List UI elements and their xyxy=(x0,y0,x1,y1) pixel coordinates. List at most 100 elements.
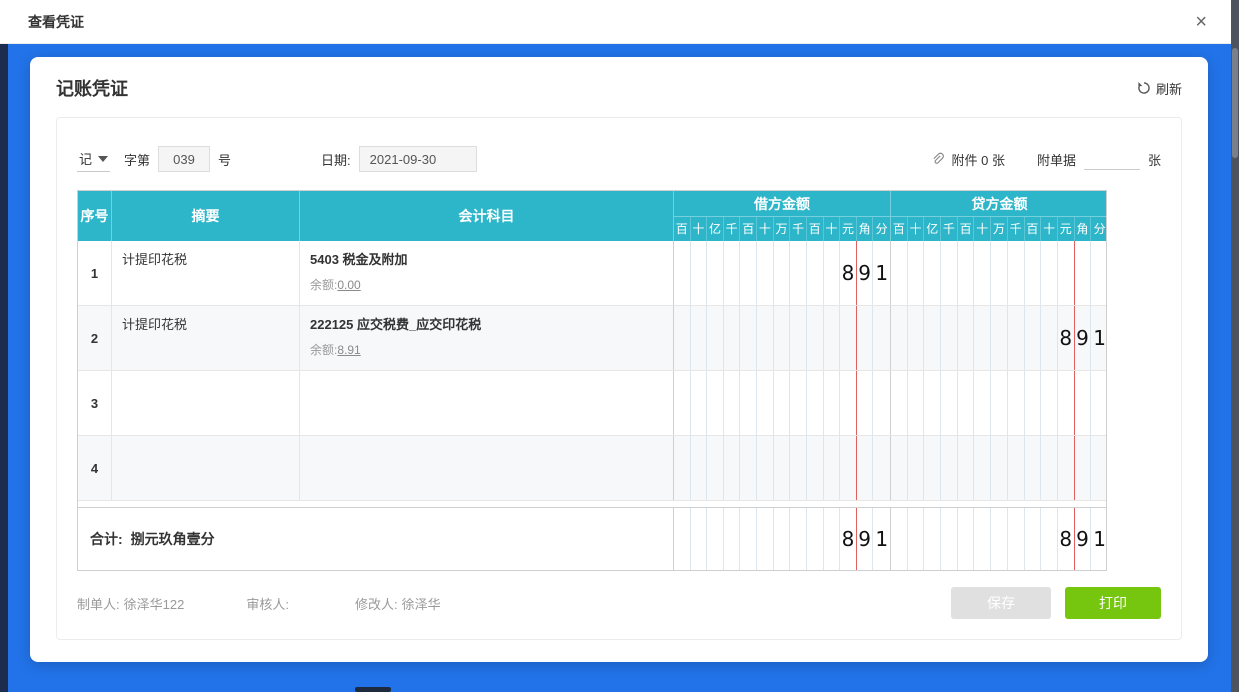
digit-cell xyxy=(707,306,724,370)
digit-cell xyxy=(941,508,958,570)
digit-cell xyxy=(1075,436,1092,500)
digit-cell xyxy=(707,508,724,570)
hao-label: 号 xyxy=(218,152,232,168)
save-button[interactable]: 保存 xyxy=(951,587,1051,619)
date-label: 日期: xyxy=(321,152,351,168)
digit-cell: 8 xyxy=(1058,508,1075,570)
digit-col-label: 十 xyxy=(1041,217,1058,241)
digit-col-label: 百 xyxy=(891,217,908,241)
row-seq: 1 xyxy=(78,241,112,305)
debit-digits xyxy=(674,306,891,370)
total-amount-words: 捌元玖角壹分 xyxy=(130,531,215,547)
digit-cell xyxy=(1058,436,1075,500)
digit-cell xyxy=(908,508,925,570)
modifier-info: 修改人: 徐泽华 xyxy=(355,594,441,613)
balance-value[interactable]: 0.00 xyxy=(337,278,360,292)
digit-cell xyxy=(908,241,925,305)
digit-cell: 8 xyxy=(840,241,857,305)
digit-cell xyxy=(740,508,758,570)
table-row[interactable]: 4 xyxy=(78,436,1106,501)
digit-cell xyxy=(691,436,708,500)
app-left-strip xyxy=(0,44,8,692)
voucher-footer: 制单人: 徐泽华122 审核人: 修改人: 徐泽华 保存 打印 xyxy=(77,587,1161,619)
digit-col-label: 角 xyxy=(857,217,874,241)
date-input[interactable] xyxy=(358,146,477,172)
digit-cell xyxy=(674,371,691,435)
horizontal-scrollbar-thumb[interactable] xyxy=(355,687,391,692)
digit-cell xyxy=(840,306,857,370)
credit-digits xyxy=(891,241,1108,305)
scrollbar-thumb[interactable] xyxy=(1232,48,1238,158)
preparer-value: 徐泽华122 xyxy=(123,596,185,612)
digit-cell xyxy=(974,508,992,570)
digit-cell xyxy=(891,241,908,305)
digit-col-label: 百 xyxy=(1025,217,1042,241)
digit-cell xyxy=(1091,241,1108,305)
table-row[interactable]: 3 xyxy=(78,371,1106,436)
digit-cell xyxy=(740,306,758,370)
digit-cell xyxy=(807,241,824,305)
debit-digits xyxy=(674,436,891,500)
total-debit-digits: 891 xyxy=(674,508,891,570)
digit-cell xyxy=(774,241,791,305)
table-row[interactable]: 1 计提印花税 5403 税金及附加 余额:0.00 891 xyxy=(78,241,1106,306)
digit-cell xyxy=(991,371,1008,435)
digit-cell xyxy=(674,436,691,500)
digit-cell xyxy=(774,371,791,435)
digit-cell xyxy=(991,508,1008,570)
digit-col-label: 元 xyxy=(1058,217,1075,241)
digit-cell xyxy=(674,241,691,305)
digit-cell xyxy=(757,371,774,435)
row-account-cell xyxy=(300,371,674,435)
digit-cell xyxy=(1041,508,1058,570)
row-summary: 计提印花税 xyxy=(112,241,300,305)
digit-cell xyxy=(1058,241,1075,305)
close-icon[interactable]: × xyxy=(1191,10,1211,34)
voucher-dialog-card: 记账凭证 刷新 记 字第 号 日期: 附件 0 张 xyxy=(30,57,1208,662)
digit-cell xyxy=(857,436,874,500)
digit-cell xyxy=(691,371,708,435)
digit-cell xyxy=(974,241,992,305)
digit-col-label: 百 xyxy=(807,217,824,241)
total-label: 合计: xyxy=(90,531,123,547)
digit-col-label: 亿 xyxy=(924,217,942,241)
dialog-titlebar: 查看凭证 × xyxy=(0,0,1231,44)
digit-col-label: 分 xyxy=(1093,222,1106,236)
voucher-panel: 记 字第 号 日期: 附件 0 张 附单据 张 序号 摘要 会计科目 xyxy=(56,117,1182,640)
table-spacer xyxy=(78,501,1106,508)
digit-cell xyxy=(958,508,975,570)
reviewer-info: 审核人: xyxy=(246,594,293,613)
digit-cell xyxy=(724,241,741,305)
card-header: 记账凭证 刷新 xyxy=(30,57,1208,111)
total-credit-digits: 891 xyxy=(891,508,1108,570)
voucher-type-dropdown[interactable]: 记 xyxy=(77,146,111,172)
digit-cell xyxy=(991,436,1008,500)
digit-col-label: 千 xyxy=(790,217,807,241)
fudanju-input[interactable] xyxy=(1083,148,1140,170)
digit-cell xyxy=(958,306,975,370)
digit-cell xyxy=(1091,371,1108,435)
row-account-cell: 222125 应交税费_应交印花税 余额:8.91 xyxy=(300,306,674,370)
chevron-down-icon xyxy=(98,155,109,162)
refresh-icon xyxy=(1138,82,1150,94)
digit-cell xyxy=(740,241,758,305)
page-scrollbar[interactable] xyxy=(1231,0,1239,692)
print-button[interactable]: 打印 xyxy=(1065,587,1161,619)
fudanju-label: 附单据 xyxy=(1036,152,1076,168)
voucher-number-input[interactable] xyxy=(158,146,211,172)
digit-cell xyxy=(941,306,958,370)
digit-cell xyxy=(991,306,1008,370)
balance-value[interactable]: 8.91 xyxy=(337,343,360,357)
digit-cell xyxy=(891,436,908,500)
digit-cell xyxy=(1041,241,1058,305)
digit-cell xyxy=(974,306,992,370)
attachment-group: 附件 0 张 附单据 张 xyxy=(930,148,1161,170)
digit-cell: 1 xyxy=(1093,527,1107,551)
digit-cell xyxy=(924,306,942,370)
attachment-count-label[interactable]: 附件 0 张 xyxy=(952,150,1005,169)
table-row[interactable]: 2 计提印花税 222125 应交税费_应交印花税 余额:8.91 891 xyxy=(78,306,1106,371)
col-header-debit: 借方金额 xyxy=(674,191,891,217)
refresh-button[interactable]: 刷新 xyxy=(1137,79,1182,98)
digit-col-label: 十 xyxy=(757,217,774,241)
digit-cell xyxy=(857,306,874,370)
